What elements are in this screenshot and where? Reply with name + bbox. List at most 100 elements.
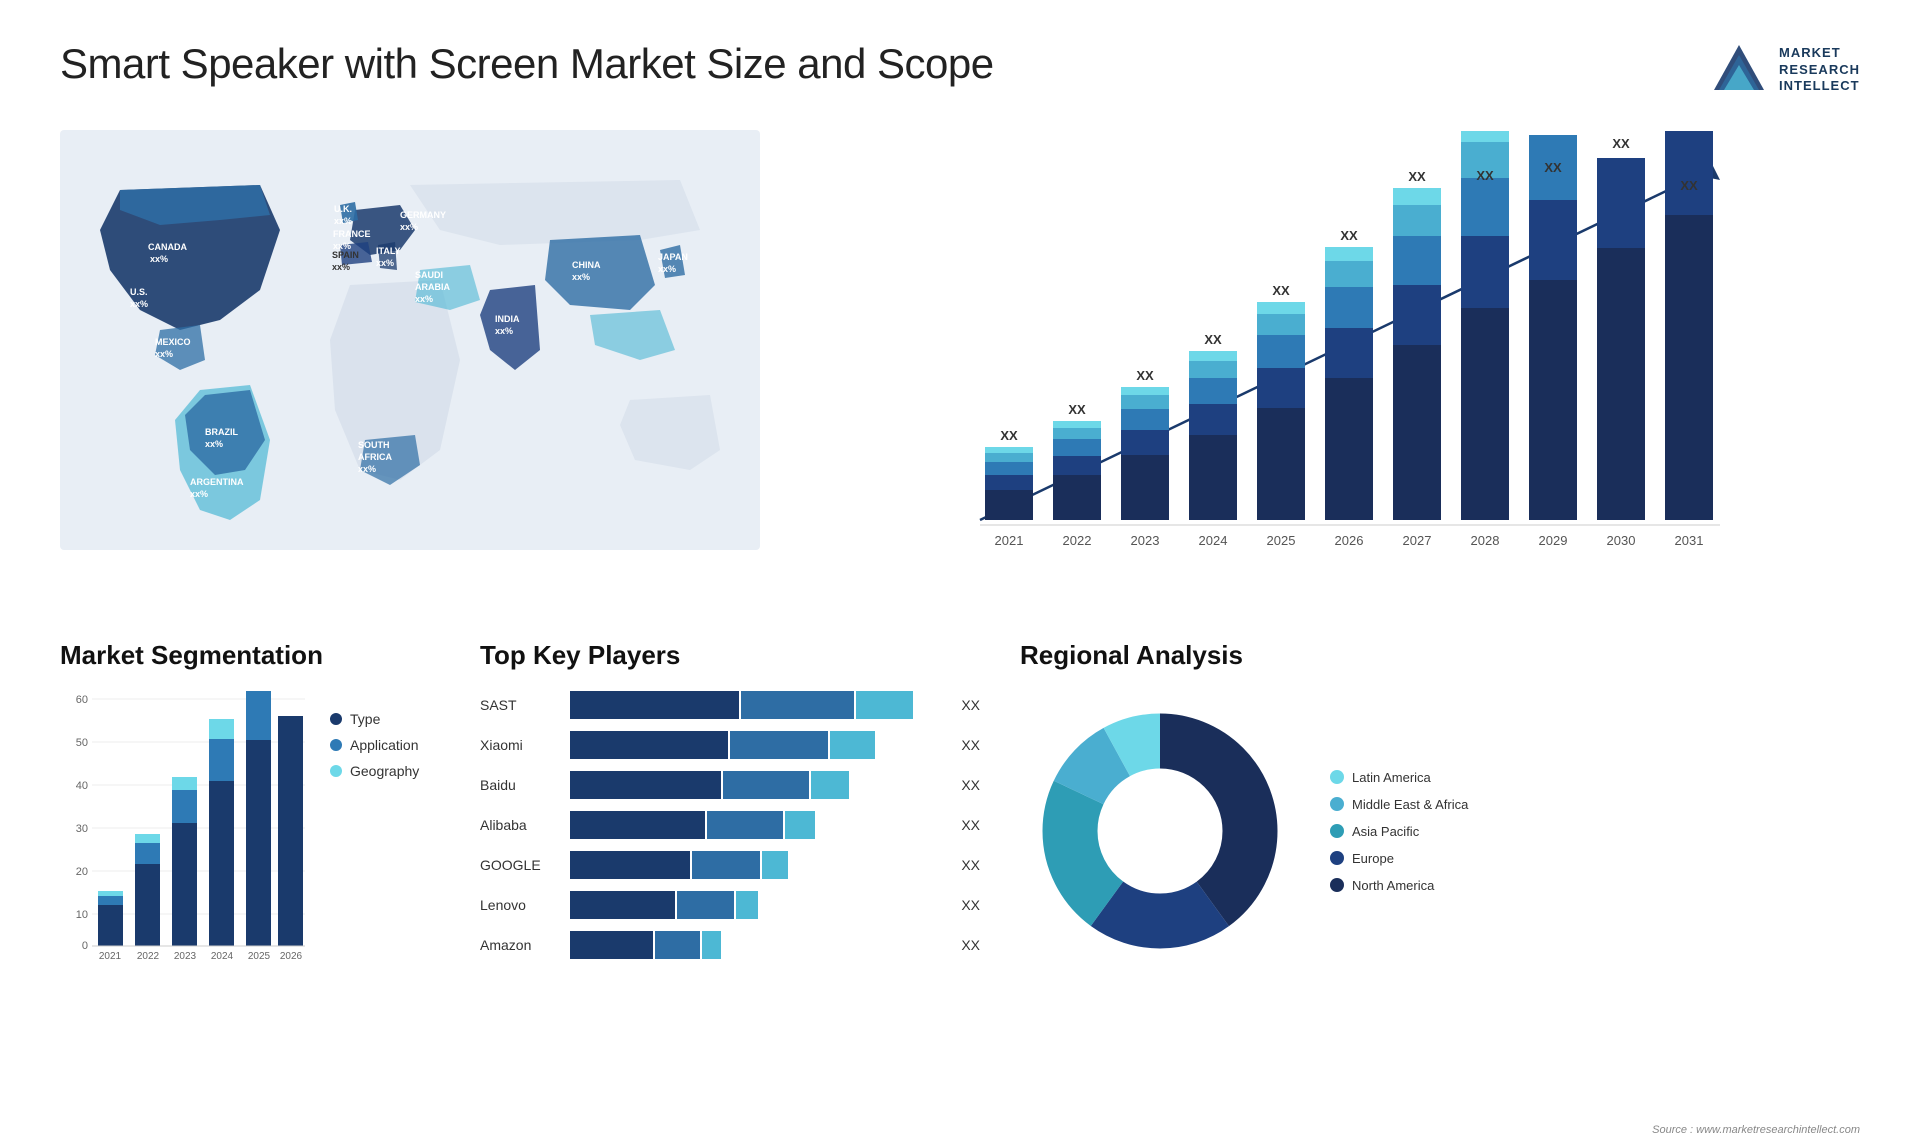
svg-text:0: 0 (82, 940, 88, 952)
header: Smart Speaker with Screen Market Size an… (60, 40, 1860, 100)
svg-text:2025: 2025 (248, 951, 271, 961)
argentina-value: xx% (190, 489, 208, 499)
svg-text:2027: 2027 (1403, 533, 1432, 548)
svg-text:XX: XX (1544, 160, 1562, 175)
type-dot (330, 713, 342, 725)
northamerica-dot (1330, 878, 1344, 892)
legend-asia: Asia Pacific (1330, 824, 1468, 839)
svg-text:2028: 2028 (1471, 533, 1500, 548)
us-label: U.S. (130, 287, 148, 297)
svg-text:XX: XX (1000, 428, 1018, 443)
player-google-name: GOOGLE (480, 857, 560, 873)
player-baidu-value: XX (961, 777, 980, 793)
svg-text:XX: XX (1680, 178, 1698, 193)
player-lenovo-name: Lenovo (480, 897, 560, 913)
player-alibaba-value: XX (961, 817, 980, 833)
svg-text:XX: XX (1204, 332, 1222, 347)
svg-text:2024: 2024 (1199, 533, 1228, 548)
canada-value: xx% (150, 254, 168, 264)
regional-container: Regional Analysis (1020, 640, 1860, 1020)
bar-chart: XX XX XX XX (800, 130, 1860, 560)
player-baidu-name: Baidu (480, 777, 560, 793)
brazil-value: xx% (205, 439, 223, 449)
china-label: CHINA (572, 260, 601, 270)
svg-text:50: 50 (76, 737, 88, 749)
svg-text:XX: XX (1136, 368, 1154, 383)
player-sast-value: XX (961, 697, 980, 713)
player-alibaba-bar (570, 811, 946, 839)
top-section: CANADA xx% U.S. xx% MEXICO xx% BRAZIL xx… (60, 130, 1860, 600)
svg-text:2022: 2022 (1063, 533, 1092, 548)
svg-text:2026: 2026 (280, 951, 303, 961)
argentina-label: ARGENTINA (190, 477, 244, 487)
player-lenovo: Lenovo XX (480, 891, 980, 919)
india-value: xx% (495, 326, 513, 336)
regional-legend: Latin America Middle East & Africa Asia … (1330, 770, 1468, 893)
key-players-container: Top Key Players SAST XX Xiaomi (480, 640, 980, 1020)
logo-text: MARKET RESEARCH INTELLECT (1779, 45, 1860, 96)
svg-text:XX: XX (1068, 402, 1086, 417)
player-baidu-bar (570, 771, 946, 799)
uk-label: U.K. (334, 204, 352, 214)
mideast-dot (1330, 797, 1344, 811)
mexico-label: MEXICO (155, 337, 191, 347)
bar-chart-container: XX XX XX XX (800, 130, 1860, 600)
players-list: SAST XX Xiaomi XX (480, 691, 980, 959)
germany-value: xx% (400, 222, 418, 232)
page-title: Smart Speaker with Screen Market Size an… (60, 40, 994, 88)
svg-text:10: 10 (76, 909, 88, 921)
svg-text:40: 40 (76, 780, 88, 792)
svg-text:2021: 2021 (99, 951, 122, 961)
saudi-value: xx% (415, 294, 433, 304)
svg-text:XX: XX (1476, 168, 1494, 183)
saudi-label: SAUDI (415, 270, 443, 280)
italy-value: xx% (376, 258, 394, 268)
segmentation-title: Market Segmentation (60, 640, 440, 671)
legend-latin: Latin America (1330, 770, 1468, 785)
world-map: CANADA xx% U.S. xx% MEXICO xx% BRAZIL xx… (60, 130, 760, 550)
seg-legend-app: Application (330, 737, 419, 753)
legend-northamerica: North America (1330, 878, 1468, 893)
page-container: Smart Speaker with Screen Market Size an… (0, 0, 1920, 1146)
legend-europe: Europe (1330, 851, 1468, 866)
spain-value: xx% (332, 262, 350, 272)
seg-legend: Type Application Geography (330, 711, 419, 779)
player-lenovo-bar (570, 891, 946, 919)
player-amazon-name: Amazon (480, 937, 560, 953)
svg-text:XX: XX (1612, 136, 1630, 151)
svg-text:20: 20 (76, 866, 88, 878)
safrica-label: SOUTH (358, 440, 390, 450)
italy-label: ITALY (376, 246, 401, 256)
regional-title: Regional Analysis (1020, 640, 1860, 671)
svg-text:60: 60 (76, 694, 88, 706)
key-players-title: Top Key Players (480, 640, 980, 671)
logo-icon (1709, 40, 1769, 100)
player-amazon: Amazon XX (480, 931, 980, 959)
regional-chart: Latin America Middle East & Africa Asia … (1020, 691, 1860, 971)
player-amazon-bar (570, 931, 946, 959)
svg-text:2026: 2026 (1335, 533, 1364, 548)
player-alibaba-name: Alibaba (480, 817, 560, 833)
spain-label: SPAIN (332, 250, 359, 260)
svg-text:XX: XX (1272, 283, 1290, 298)
mexico-value: xx% (155, 349, 173, 359)
player-alibaba: Alibaba XX (480, 811, 980, 839)
japan-value: xx% (658, 264, 676, 274)
saudi-label2: ARABIA (415, 282, 450, 292)
brazil-label: BRAZIL (205, 427, 238, 437)
app-dot (330, 739, 342, 751)
player-google: GOOGLE XX (480, 851, 980, 879)
svg-text:2024: 2024 (211, 951, 234, 961)
donut-chart (1020, 691, 1300, 971)
logo: MARKET RESEARCH INTELLECT (1709, 40, 1860, 100)
canada-label: CANADA (148, 242, 187, 252)
legend-mideast: Middle East & Africa (1330, 797, 1468, 812)
seg-legend-geo: Geography (330, 763, 419, 779)
france-label: FRANCE (333, 229, 371, 239)
geo-dot (330, 765, 342, 777)
uk-value: xx% (334, 216, 352, 226)
source-text: Source : www.marketresearchintellect.com (1652, 1124, 1860, 1136)
svg-text:2025: 2025 (1267, 533, 1296, 548)
svg-text:2023: 2023 (1131, 533, 1160, 548)
player-sast-name: SAST (480, 697, 560, 713)
